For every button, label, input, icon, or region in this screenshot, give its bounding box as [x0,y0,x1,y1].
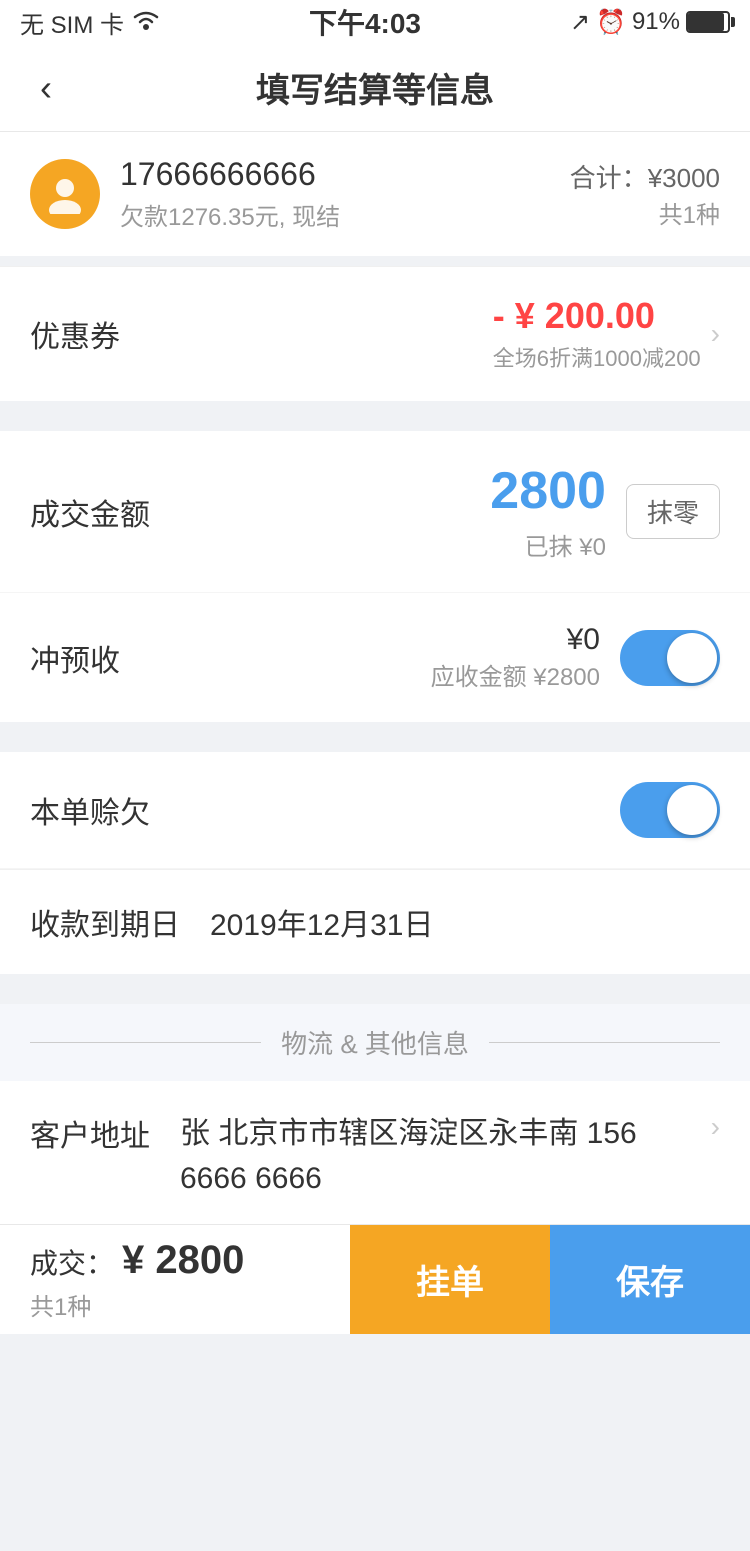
bottom-bar: 成交： ¥ 2800 共1种 挂单 保存 [0,1224,750,1334]
status-left: 无 SIM 卡 [20,5,160,40]
writeoff-toggle[interactable] [620,782,720,838]
toggle-knob [667,633,717,683]
coupon-row[interactable]: 优惠券 - ¥ 200.00 全场6折满1000减200 › [0,266,750,401]
section-divider-2 [0,732,750,752]
bottom-deal-label: 成交： ¥ 2800 [30,1238,320,1283]
carrier-text: 无 SIM 卡 [20,5,124,40]
prepayment-receivable: 应收金额 ¥2800 [431,657,600,692]
coupon-right: - ¥ 200.00 全场6折满1000减200 [493,295,701,373]
alarm-icon: ⏰ [596,8,626,37]
wifi-icon [132,8,160,37]
deal-amount-col: 2800 已抹 ¥0 [490,461,606,562]
battery-percent: 91% [632,8,680,36]
due-date-label: 收款到期日 [30,900,180,944]
status-time: 下午4:03 [309,2,421,42]
section-divider-3 [0,984,750,1004]
bottom-deal-amount: ¥ 2800 [122,1238,244,1283]
address-row[interactable]: 客户地址 张 北京市市辖区海淀区永丰南 156 6666 6666 › [0,1081,750,1231]
total-label: 合计：¥3000 [570,158,720,195]
coupon-desc: 全场6折满1000减200 [493,341,701,373]
coupon-amount: - ¥ 200.00 [493,295,701,337]
status-right: ↗ ⏰ 91% [570,8,730,37]
deal-amount-label: 成交金额 [30,490,150,534]
bottom-deal-count: 共1种 [30,1287,320,1322]
section-divider-1 [0,411,750,431]
deal-amount-section: 成交金额 2800 已抹 ¥0 抹零 冲预收 ¥0 应收金额 ¥2800 [0,431,750,722]
user-debt: 欠款1276.35元, 现结 [120,197,340,232]
writeoff-section: 本单赊欠 收款到期日 2019年12月31日 [0,752,750,974]
address-value: 张 北京市市辖区海淀区永丰南 156 6666 6666 [180,1111,711,1201]
prepayment-toggle[interactable] [620,630,720,686]
bottom-summary: 成交： ¥ 2800 共1种 [0,1238,350,1322]
back-button[interactable]: ‹ [30,57,62,119]
writeoff-row: 本单赊欠 [0,752,750,869]
avatar [30,159,100,229]
writeoff-toggle-knob [667,785,717,835]
user-info: 17666666666 欠款1276.35元, 现结 [120,156,340,232]
battery-icon [686,11,730,33]
prepayment-col: ¥0 应收金额 ¥2800 [431,623,600,692]
save-button[interactable]: 保存 [550,1225,750,1334]
divider-line-left [30,1042,261,1043]
logistics-divider: 物流 & 其他信息 [0,1004,750,1081]
user-left: 17666666666 欠款1276.35元, 现结 [30,156,340,232]
address-label: 客户地址 [30,1111,150,1155]
nav-bar: ‹ 填写结算等信息 [0,44,750,132]
deal-amount-right: 2800 已抹 ¥0 抹零 [490,461,720,562]
due-date-row: 收款到期日 2019年12月31日 [0,869,750,974]
total-count: 共1种 [570,195,720,230]
location-icon: ↗ [570,8,590,37]
status-bar: 无 SIM 卡 下午4:03 ↗ ⏰ 91% [0,0,750,44]
user-total: 合计：¥3000 共1种 [570,158,720,230]
coupon-chevron-icon: › [711,318,720,350]
address-chevron-icon: › [711,1111,720,1143]
prepayment-label: 冲预收 [30,636,120,680]
deal-amount-value: 2800 [490,461,606,521]
deal-amount-row: 成交金额 2800 已抹 ¥0 抹零 [0,431,750,593]
user-phone: 17666666666 [120,156,340,193]
already-rounded: 已抹 ¥0 [490,527,606,562]
pending-button[interactable]: 挂单 [350,1225,550,1334]
prepayment-amount: ¥0 [431,623,600,657]
due-date-value: 2019年12月31日 [210,900,433,944]
divider-line-right [489,1042,720,1043]
user-card: 17666666666 欠款1276.35元, 现结 合计：¥3000 共1种 [0,132,750,256]
coupon-label: 优惠券 [30,312,120,356]
page-title: 填写结算等信息 [256,63,494,112]
writeoff-label: 本单赊欠 [30,788,150,832]
content: 17666666666 欠款1276.35元, 现结 合计：¥3000 共1种 … [0,132,750,1551]
round-zero-button[interactable]: 抹零 [626,484,720,539]
prepayment-row: 冲预收 ¥0 应收金额 ¥2800 [0,593,750,722]
logistics-label: 物流 & 其他信息 [281,1024,469,1061]
